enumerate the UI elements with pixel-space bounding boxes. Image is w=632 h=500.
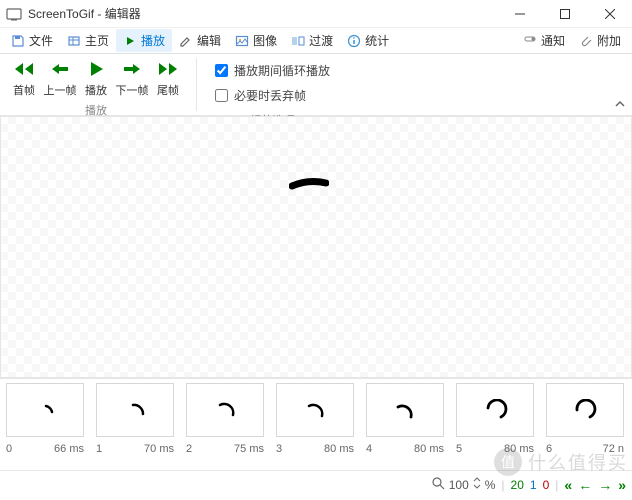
loop-checkbox-input[interactable] [215, 64, 228, 77]
zoom-spin[interactable] [473, 476, 481, 493]
titlebar: ScreenToGif - 编辑器 [0, 0, 632, 28]
frame-thumbnail[interactable]: 275 ms [180, 381, 270, 470]
tab-image-label: 图像 [253, 32, 277, 49]
tab-edit[interactable]: 编辑 [172, 29, 228, 52]
zoom-controls: 100 % [431, 476, 496, 493]
tab-edit-label: 编辑 [197, 32, 221, 49]
bell-icon [523, 34, 537, 48]
nav-prev-button[interactable]: ← [578, 477, 592, 493]
window-controls [497, 0, 632, 28]
next-frame-button[interactable]: 下一帧 [114, 56, 150, 100]
tab-transition[interactable]: 过渡 [284, 29, 340, 52]
nav-last-button[interactable]: » [618, 477, 626, 493]
nav-first-button[interactable]: « [564, 477, 572, 493]
tab-image[interactable]: 图像 [228, 29, 284, 52]
frame-thumbnail[interactable]: 672 n [540, 381, 630, 470]
drop-frames-checkbox-label: 必要时丢弃帧 [234, 87, 306, 104]
status-count-green: 20 [511, 478, 524, 492]
attach-button[interactable]: 附加 [572, 29, 628, 52]
menubar: 文件 主页 播放 编辑 图像 过渡 统计 通知 附加 [0, 28, 632, 54]
frame-thumbnail[interactable]: 480 ms [360, 381, 450, 470]
tab-play-label: 播放 [141, 32, 165, 49]
prev-frame-button[interactable]: 上一帧 [42, 56, 78, 100]
attach-icon [579, 34, 593, 48]
frame-thumbnail[interactable]: 170 ms [90, 381, 180, 470]
frame-thumbnail[interactable]: 066 ms [0, 381, 90, 470]
tab-statistics[interactable]: 统计 [340, 29, 396, 52]
tab-file[interactable]: 文件 [4, 29, 60, 52]
minimize-button[interactable] [497, 0, 542, 28]
zoom-unit: % [485, 478, 496, 492]
status-count-blue: 1 [530, 478, 537, 492]
drop-frames-checkbox-input[interactable] [215, 89, 228, 102]
image-icon [235, 34, 249, 48]
tab-home-label: 主页 [85, 32, 109, 49]
frame-thumbnail[interactable]: 380 ms [270, 381, 360, 470]
status-count-red: 0 [543, 478, 550, 492]
tab-file-label: 文件 [29, 32, 53, 49]
tab-statistics-label: 统计 [365, 32, 389, 49]
info-icon [347, 34, 361, 48]
play-icon [123, 34, 137, 48]
transition-icon [291, 34, 305, 48]
first-frame-button[interactable]: 首帧 [6, 56, 42, 100]
play-button[interactable]: 播放 [78, 56, 114, 100]
play-arrow-icon [86, 58, 106, 80]
last-icon [155, 58, 181, 80]
first-icon [11, 58, 37, 80]
window-title: ScreenToGif - 编辑器 [28, 5, 497, 22]
drawn-stroke [289, 177, 329, 191]
statusbar: 100 % | 20 1 0 | « ← → » [0, 470, 632, 498]
notifications-button[interactable]: 通知 [516, 29, 572, 52]
drop-frames-checkbox[interactable]: 必要时丢弃帧 [215, 87, 330, 104]
canvas-frame [0, 116, 632, 378]
loop-checkbox[interactable]: 播放期间循环播放 [215, 62, 330, 79]
ribbon-collapse-button[interactable] [614, 98, 626, 113]
tab-transition-label: 过渡 [309, 32, 333, 49]
canvas-area[interactable] [0, 116, 632, 378]
tab-play[interactable]: 播放 [116, 29, 172, 52]
close-button[interactable] [587, 0, 632, 28]
app-icon [6, 6, 22, 22]
next-icon [121, 58, 143, 80]
timeline[interactable]: 066 ms 170 ms 275 ms 380 ms 480 ms 580 m… [0, 378, 632, 470]
edit-icon [179, 34, 193, 48]
playback-group: 首帧 上一帧 播放 下一帧 尾帧 播放 [0, 54, 192, 115]
frame-thumbnail[interactable]: 580 ms [450, 381, 540, 470]
loop-checkbox-label: 播放期间循环播放 [234, 62, 330, 79]
notifications-label: 通知 [541, 32, 565, 49]
prev-icon [49, 58, 71, 80]
tab-home[interactable]: 主页 [60, 29, 116, 52]
nav-next-button[interactable]: → [598, 477, 612, 493]
last-frame-button[interactable]: 尾帧 [150, 56, 186, 100]
zoom-icon[interactable] [431, 476, 445, 493]
ribbon: 首帧 上一帧 播放 下一帧 尾帧 播放 播放 [0, 54, 632, 116]
play-options-group: 播放期间循环播放 必要时丢弃帧 播放选项 [201, 54, 344, 115]
save-icon [11, 34, 25, 48]
home-icon [67, 34, 81, 48]
maximize-button[interactable] [542, 0, 587, 28]
attach-label: 附加 [597, 32, 621, 49]
zoom-value: 100 [449, 478, 469, 492]
